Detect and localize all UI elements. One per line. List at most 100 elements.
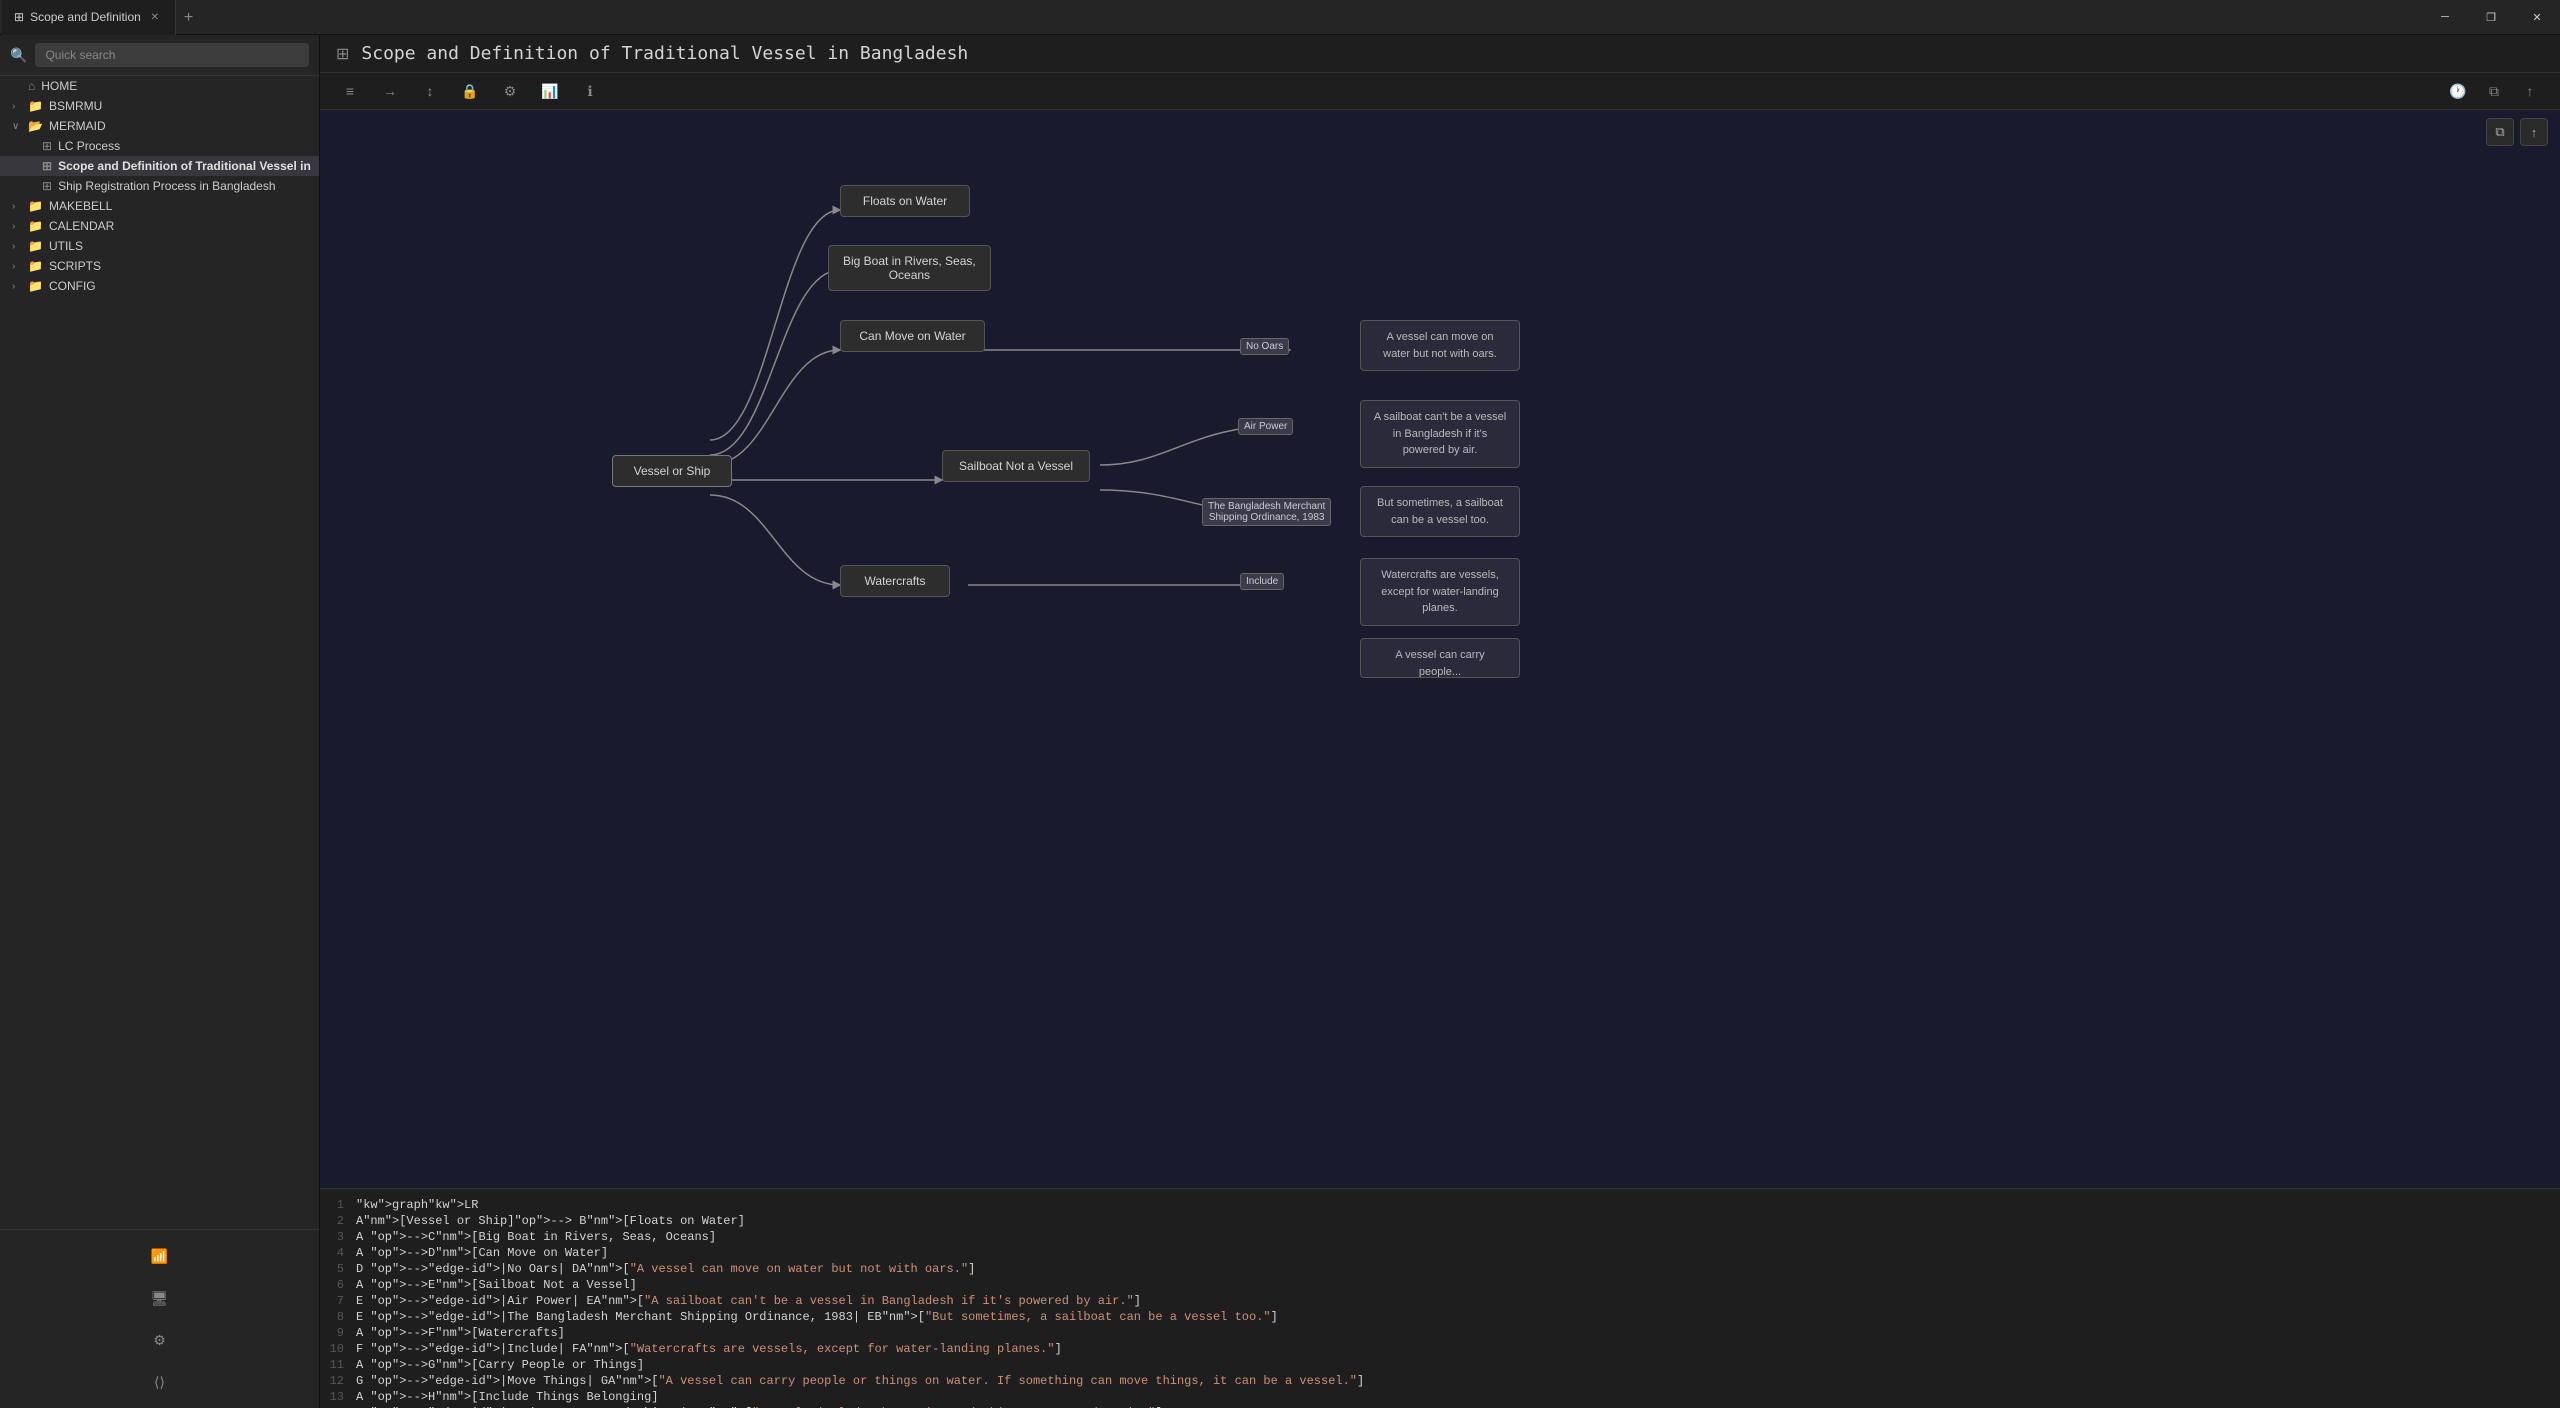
tree-icon: 📁 — [28, 259, 43, 273]
desc-watercrafts-text: Watercrafts are vessels,except for water… — [1381, 569, 1499, 614]
diagram-canvas[interactable]: Vessel or Ship Floats on Water Big Boat … — [320, 110, 2560, 1188]
toolbar-lock-btn[interactable]: 🔒 — [456, 77, 484, 105]
minimize-button[interactable]: ─ — [2422, 0, 2468, 35]
tree-label: UTILS — [49, 239, 83, 253]
window-controls: ─ ❐ ✕ — [2422, 0, 2560, 35]
code-line: 2 A"nm">[Vessel or Ship] "op">--> B"nm">… — [320, 1213, 2560, 1229]
diagram-area: Vessel or Ship Floats on Water Big Boat … — [320, 110, 2560, 1188]
restore-button[interactable]: ❐ — [2468, 0, 2514, 35]
desc-node-sailboat-air: A sailboat can't be a vesselin Banglades… — [1360, 400, 1520, 468]
line-content: E "op">--> — [356, 1310, 428, 1324]
toolbar-gear-btn[interactable]: ⚙ — [496, 77, 524, 105]
node-floats-on-water[interactable]: Floats on Water — [840, 185, 970, 217]
desc-carry-text: A vessel can carry people... — [1395, 649, 1484, 678]
tab-close-button[interactable]: ✕ — [147, 9, 163, 25]
tree-label: MAKEBELL — [49, 199, 112, 213]
sidebar-item-config[interactable]: › 📁 CONFIG — [0, 276, 319, 296]
sidebar-item-calendar[interactable]: › 📁 CALENDAR — [0, 216, 319, 236]
line-number: 2 — [320, 1214, 356, 1228]
line-number: 12 — [320, 1374, 356, 1388]
code-line: 12 G "op">--> "edge-id">|Move Things| GA… — [320, 1373, 2560, 1389]
tree-arrow: › — [12, 201, 24, 212]
edge-bmso-text: The Bangladesh MerchantShipping Ordinanc… — [1208, 501, 1325, 523]
node-vessel-ship-label: Vessel or Ship — [634, 464, 711, 478]
desc-node-watercrafts: Watercrafts are vessels,except for water… — [1360, 558, 1520, 626]
tab-icon: ⊞ — [14, 10, 24, 24]
sidebar-item-home[interactable]: ⌂ HOME — [0, 76, 319, 96]
edge-no-oars-text: No Oars — [1246, 341, 1283, 352]
toolbar-chart-btn[interactable]: 📊 — [536, 77, 564, 105]
code-line: 7 E "op">--> "edge-id">|Air Power| EA"nm… — [320, 1293, 2560, 1309]
line-content: A "op">--> — [356, 1390, 428, 1404]
line-content: "kw">graph — [356, 1198, 428, 1212]
code-line: 10 F "op">--> "edge-id">|Include| FA"nm"… — [320, 1341, 2560, 1357]
line-content: A "op">--> — [356, 1246, 428, 1260]
sidebar-item-bsmrmu[interactable]: › 📁 BSMRMU — [0, 96, 319, 116]
tree-label: Scope and Definition of Traditional Vess… — [58, 159, 311, 173]
diagram-top-right-buttons: ⧉ ↑ — [2486, 118, 2548, 146]
tab-bar: ⊞ Scope and Definition ✕ + ─ ❐ ✕ — [0, 0, 2560, 35]
sidebar-item-utils[interactable]: › 📁 UTILS — [0, 236, 319, 256]
node-big-boat[interactable]: Big Boat in Rivers, Seas,Oceans — [828, 245, 991, 291]
tree-arrow: ∨ — [12, 121, 24, 132]
sidebar-item-ship-registration-pr[interactable]: ⊞ Ship Registration Process in Banglades… — [0, 176, 319, 196]
desc-sailboat-air-text: A sailboat can't be a vesselin Banglades… — [1374, 411, 1506, 456]
line-number: 9 — [320, 1326, 356, 1340]
close-button[interactable]: ✕ — [2514, 0, 2560, 35]
search-icon: 🔍 — [10, 47, 27, 64]
toolbar-share-btn[interactable]: ↑ — [2516, 77, 2544, 105]
sidebar-item-lc-process[interactable]: ⊞ LC Process — [0, 136, 319, 156]
diagram-copy-btn[interactable]: ⧉ — [2486, 118, 2514, 146]
code-line: 5 D "op">--> "edge-id">|No Oars| DA"nm">… — [320, 1261, 2560, 1277]
node-vessel-ship[interactable]: Vessel or Ship — [612, 455, 732, 487]
toolbar-layout-btn[interactable]: ↕ — [416, 77, 444, 105]
line-number: 11 — [320, 1358, 356, 1372]
code-line: 8 E "op">--> "edge-id">|The Bangladesh M… — [320, 1309, 2560, 1325]
sidebar-item-mermaid[interactable]: ∨ 📂 MERMAID — [0, 116, 319, 136]
sidebar-item-scripts[interactable]: › 📁 SCRIPTS — [0, 256, 319, 276]
line-number: 3 — [320, 1230, 356, 1244]
main-layout: 🔍 ⌂ HOME › 📁 BSMRMU ∨ 📂 MERMAID ⊞ LC Pro… — [0, 35, 2560, 1408]
wifi-icon: 📶 — [146, 1242, 174, 1270]
tree-label: CALENDAR — [49, 219, 114, 233]
line-content: E "op">--> — [356, 1294, 428, 1308]
tree-label: HOME — [41, 79, 77, 93]
toolbar-filter-btn[interactable]: ≡ — [336, 77, 364, 105]
diagram-toolbar: ≡ → ↕ 🔒 ⚙ 📊 ℹ 🕐 ⧉ ↑ — [320, 73, 2560, 110]
node-watercrafts[interactable]: Watercrafts — [840, 565, 950, 597]
line-number: 10 — [320, 1342, 356, 1356]
toolbar-copy-btn[interactable]: ⧉ — [2480, 77, 2508, 105]
edge-label-no-oars: No Oars — [1240, 338, 1289, 355]
sidebar-item-makebell[interactable]: › 📁 MAKEBELL — [0, 196, 319, 216]
line-number: 8 — [320, 1310, 356, 1324]
toolbar-info-btn[interactable]: ℹ — [576, 77, 604, 105]
expand-icon[interactable]: ⟨⟩ — [146, 1368, 174, 1396]
tree-icon: ⊞ — [42, 159, 52, 173]
line-content: D "op">--> — [356, 1262, 428, 1276]
sidebar-bottom-icons: 📶 🖥 ⚙ ⟨⟩ — [0, 1229, 319, 1408]
search-input[interactable] — [35, 43, 309, 67]
tree-icon: ⊞ — [42, 139, 52, 153]
line-number: 6 — [320, 1278, 356, 1292]
diagram-upload-btn[interactable]: ↑ — [2520, 118, 2548, 146]
toolbar-right: 🕐 ⧉ ↑ — [2444, 77, 2544, 105]
sidebar-item-scope-and-definition[interactable]: ⊞ Scope and Definition of Traditional Ve… — [0, 156, 319, 176]
tree-label: Ship Registration Process in Bangladesh — [58, 179, 275, 193]
tree-arrow: › — [12, 261, 24, 272]
line-content: A "op">--> — [356, 1358, 428, 1372]
edge-label-air-power: Air Power — [1238, 418, 1293, 435]
code-line: 3 A "op">--> C"nm">[Big Boat in Rivers, … — [320, 1229, 2560, 1245]
tree-label: SCRIPTS — [49, 259, 101, 273]
toolbar-clock-btn[interactable]: 🕐 — [2444, 77, 2472, 105]
sidebar-search-bar: 🔍 — [0, 35, 319, 76]
tree-icon: 📁 — [28, 279, 43, 293]
settings-icon[interactable]: ⚙ — [146, 1326, 174, 1354]
code-panel[interactable]: 1 "kw">graph "kw">LR 2 A"nm">[Vessel or … — [320, 1188, 2560, 1408]
tab-scope-definition[interactable]: ⊞ Scope and Definition ✕ — [2, 0, 176, 35]
tree-label: CONFIG — [49, 279, 96, 293]
toolbar-arrange-btn[interactable]: → — [376, 77, 404, 105]
tab-add-button[interactable]: + — [176, 0, 201, 35]
node-can-move[interactable]: Can Move on Water — [840, 320, 985, 352]
tree-arrow: › — [12, 241, 24, 252]
node-sailboat[interactable]: Sailboat Not a Vessel — [942, 450, 1090, 482]
